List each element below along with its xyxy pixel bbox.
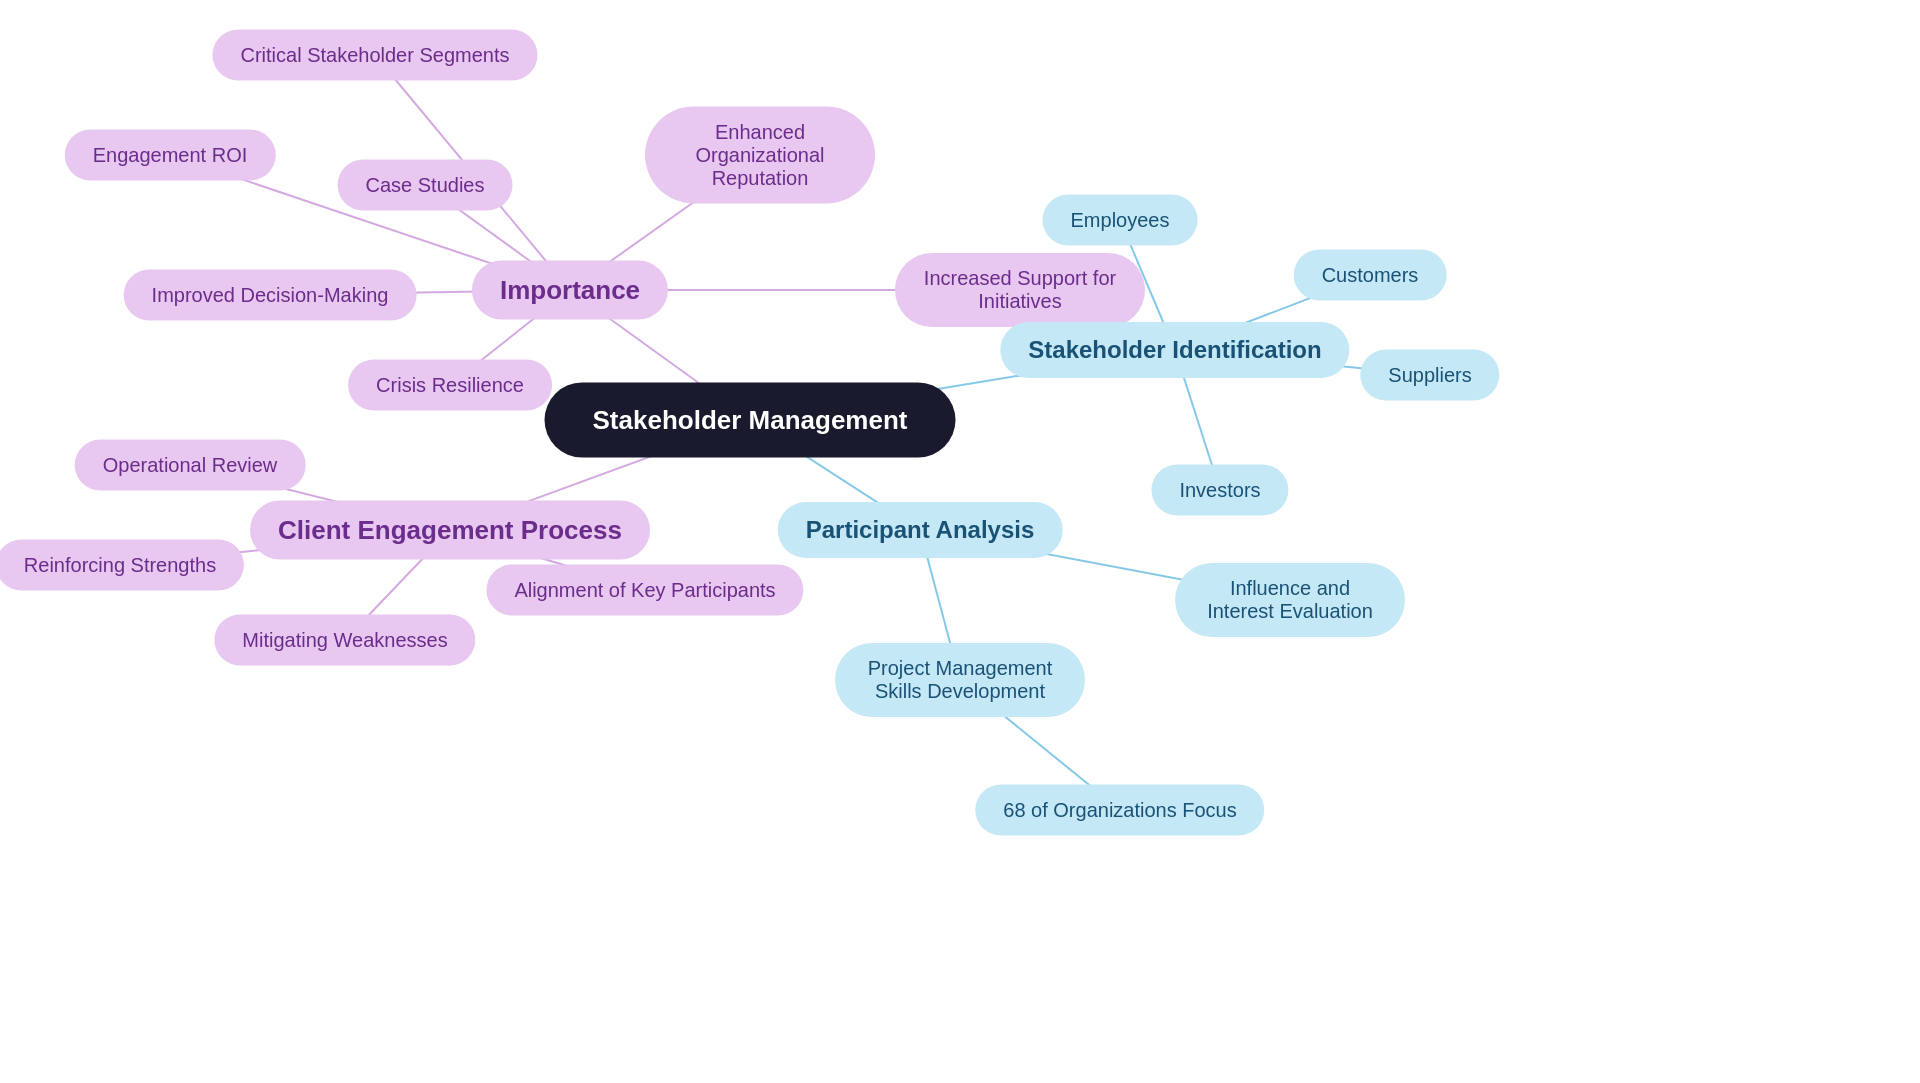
stakeholder-identification-node: Stakeholder Identification (1000, 322, 1349, 378)
improved-decision-node: Improved Decision-Making (124, 270, 417, 321)
suppliers-node: Suppliers (1360, 350, 1499, 401)
employees-node: Employees (1043, 195, 1198, 246)
crisis-resilience-node: Crisis Resilience (348, 360, 552, 411)
participant-analysis-node: Participant Analysis (778, 502, 1063, 558)
critical-stakeholder-node: Critical Stakeholder Segments (212, 30, 537, 81)
increased-support-node: Increased Support for Initiatives (895, 253, 1145, 327)
customers-node: Customers (1294, 250, 1447, 301)
mitigating-weaknesses-node: Mitigating Weaknesses (214, 615, 475, 666)
operational-review-node: Operational Review (75, 440, 306, 491)
importance-node: Importance (472, 261, 668, 320)
case-studies-node: Case Studies (338, 160, 513, 211)
client-engagement-node: Client Engagement Process (250, 501, 650, 560)
center-node: Stakeholder Management (545, 383, 956, 458)
reinforcing-strengths-node: Reinforcing Strengths (0, 540, 244, 591)
enhanced-org-rep-node: Enhanced Organizational Reputation (645, 107, 875, 204)
investors-node: Investors (1151, 465, 1288, 516)
org-focus-node: 68 of Organizations Focus (975, 785, 1264, 836)
project-mgmt-node: Project Management Skills Development (835, 643, 1085, 717)
alignment-key-node: Alignment of Key Participants (486, 565, 803, 616)
engagement-roi-node: Engagement ROI (65, 130, 276, 181)
influence-interest-node: Influence and Interest Evaluation (1175, 563, 1405, 637)
